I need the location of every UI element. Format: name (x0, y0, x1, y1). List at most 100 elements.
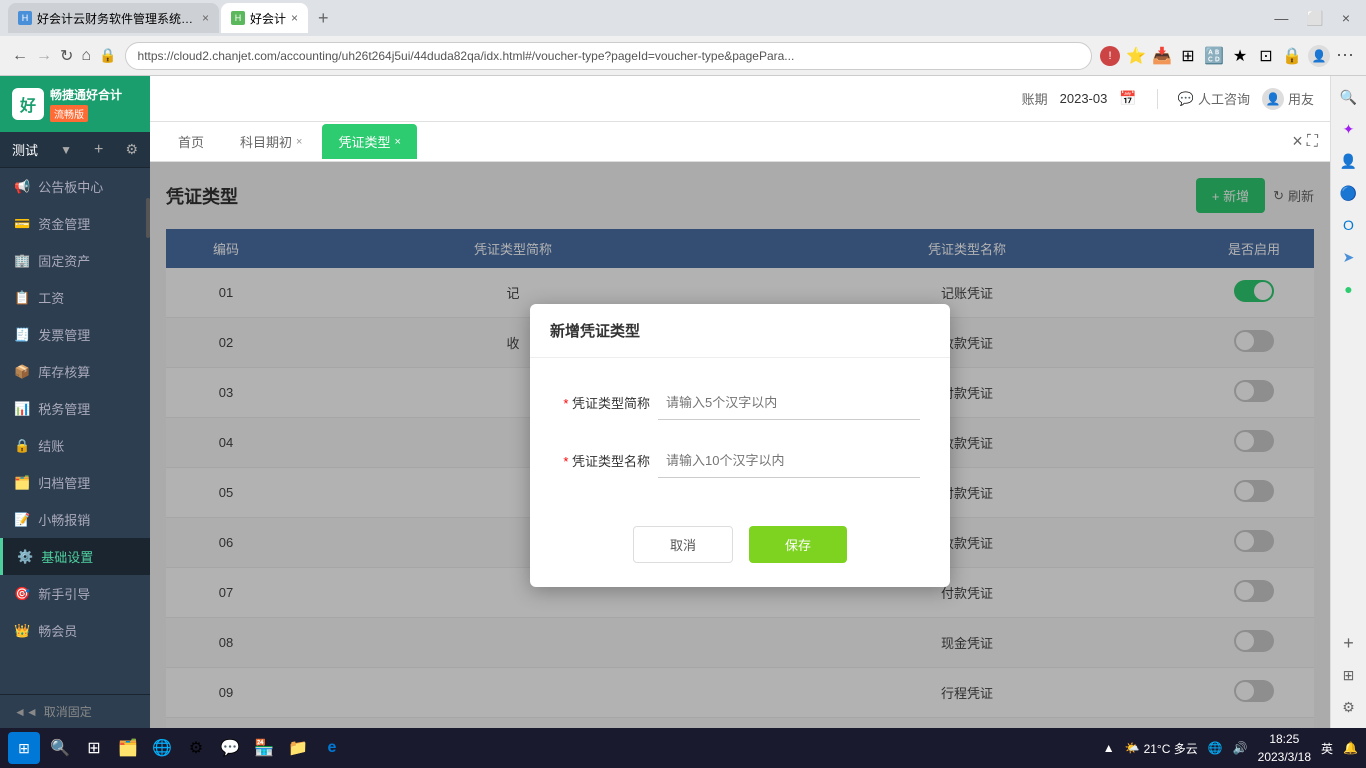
required-marker-2: * (563, 454, 568, 469)
nav-home[interactable]: ⌂ (81, 47, 91, 65)
rp-settings-icon[interactable]: ⚙ (1336, 694, 1362, 720)
rp-circle-icon[interactable]: 🔵 (1336, 180, 1362, 206)
logo-badge: 流畅版 (50, 105, 88, 122)
tab-close-1[interactable]: × (202, 11, 209, 25)
add-company-icon[interactable]: + (94, 141, 103, 159)
short-name-input[interactable] (658, 386, 920, 420)
sidebar-item-member[interactable]: 👑 畅会员 (0, 612, 150, 649)
ext-icon-8[interactable]: 🔒 (1282, 46, 1302, 66)
tab-home[interactable]: 首页 (162, 124, 220, 159)
sidebar-item-guide[interactable]: 🎯 新手引导 (0, 575, 150, 612)
windows-icon: ⊞ (18, 740, 30, 757)
ext-icon-5[interactable]: 🔠 (1204, 46, 1224, 66)
save-button[interactable]: 保存 (749, 526, 847, 563)
modal-footer: 取消 保存 (530, 518, 950, 587)
ext-icon-2[interactable]: ⭐ (1126, 46, 1146, 66)
taskbar-wechat[interactable]: 💬 (216, 734, 244, 762)
cancel-button[interactable]: 取消 (633, 526, 733, 563)
tab-subject-close[interactable]: × (296, 136, 302, 148)
tab-voucher-type[interactable]: 凭证类型 × (322, 124, 416, 159)
sidebar-bottom[interactable]: ◄◄ 取消固定 (0, 694, 150, 728)
more-button[interactable]: ⋯ (1336, 45, 1354, 66)
required-marker-1: * (563, 396, 568, 411)
short-name-label: * 凭证类型简称 (560, 393, 650, 412)
new-tab-button[interactable]: + (310, 3, 337, 33)
rp-star-icon[interactable]: ✦ (1336, 116, 1362, 142)
tab-active[interactable]: H 好会计 × (221, 3, 308, 33)
sidebar-item-report[interactable]: 📝 小畅报销 (0, 501, 150, 538)
taskbar-notification[interactable]: 🔔 (1343, 741, 1358, 755)
taskbar-files[interactable]: 🗂️ (114, 734, 142, 762)
browser-minimize[interactable]: — (1266, 6, 1296, 30)
sidebar-item-funds[interactable]: 💳 资金管理 (0, 205, 150, 242)
rp-person-icon[interactable]: 👤 (1336, 148, 1362, 174)
taskbar-time-area[interactable]: 18:25 2023/3/18 (1258, 730, 1311, 766)
nav-back[interactable]: ← (12, 47, 28, 65)
sidebar-item-fixed-assets[interactable]: 🏢 固定资产 (0, 242, 150, 279)
rp-arrow-icon[interactable]: ➤ (1336, 244, 1362, 270)
modal-title: 新增凭证类型 (550, 320, 640, 341)
rp-green-icon[interactable]: ● (1336, 276, 1362, 302)
sidebar-item-closing[interactable]: 🔒 结账 (0, 427, 150, 464)
sidebar-label-settings: 基础设置 (41, 547, 93, 566)
browser-close[interactable]: × (1334, 6, 1358, 30)
ext-icon-1[interactable]: ! (1100, 46, 1120, 66)
taskbar-apps[interactable]: ⊞ (80, 734, 108, 762)
taskbar-up-arrow[interactable]: ▲ (1103, 741, 1115, 755)
sidebar-item-archive[interactable]: 🗂️ 归档管理 (0, 464, 150, 501)
company-dropdown-icon: ▼ (60, 143, 72, 157)
taskbar-time: 18:25 (1258, 730, 1311, 748)
calendar-icon[interactable]: 📅 (1119, 90, 1136, 107)
salary-icon: 📋 (14, 290, 30, 306)
tab-close-panel-button[interactable]: × (1292, 131, 1303, 152)
taskbar-chrome[interactable]: ⚙ (182, 734, 210, 762)
browser-restore[interactable]: ⬜ (1298, 6, 1331, 31)
guide-icon: 🎯 (14, 586, 30, 602)
rp-outlook-icon[interactable]: O (1336, 212, 1362, 238)
logo-icon: 好 (12, 88, 44, 120)
rp-search-icon[interactable]: 🔍 (1336, 84, 1362, 110)
sidebar-item-invoice[interactable]: 🧾 发票管理 (0, 316, 150, 353)
nav-refresh[interactable]: ↻ (60, 46, 73, 66)
tab-subject[interactable]: 科目期初 × (224, 124, 318, 159)
ext-icon-6[interactable]: ★ (1230, 46, 1250, 66)
tab-close-2[interactable]: × (291, 11, 298, 25)
sidebar-item-inventory[interactable]: 📦 库存核算 (0, 353, 150, 390)
rp-grid-icon[interactable]: ⊞ (1336, 662, 1362, 688)
consult-icon: 💬 (1178, 91, 1194, 107)
announcement-icon: 📢 (14, 179, 30, 195)
taskbar-search[interactable]: 🔍 (46, 734, 74, 762)
sidebar: 好 畅捷通好合计 流畅版 测试 ▼ + ⚙ 📢 公告板中心 💳 资金管理 (0, 76, 150, 728)
tab-voucher-close[interactable]: × (394, 136, 400, 148)
tab-expand-button[interactable]: ⛶ (1307, 133, 1318, 151)
taskbar-folder[interactable]: 📁 (284, 734, 312, 762)
taskbar-edge2[interactable]: e (318, 734, 346, 762)
taskbar-edge[interactable]: 🌐 (148, 734, 176, 762)
content-area: 凭证类型 + 新增 ↻ 刷新 编码 凭证类型简称 凭证类型名称 是否启用 (150, 162, 1330, 728)
full-name-input[interactable] (658, 444, 920, 478)
start-button[interactable]: ⊞ (8, 732, 40, 764)
taskbar-volume-icon[interactable]: 🔊 (1233, 741, 1248, 755)
taskbar-network-icon[interactable]: 🌐 (1208, 741, 1223, 755)
sidebar-item-salary[interactable]: 📋 工资 (0, 279, 150, 316)
sidebar-item-settings[interactable]: ⚙️ 基础设置 (0, 538, 150, 575)
sidebar-item-tax[interactable]: 📊 税务管理 (0, 390, 150, 427)
consult-button[interactable]: 💬 人工咨询 (1178, 89, 1250, 108)
settings-icon[interactable]: ⚙ (125, 141, 138, 158)
ext-icon-4[interactable]: ⊞ (1178, 46, 1198, 66)
user-button[interactable]: 👤 用友 (1262, 88, 1314, 110)
rp-add-icon[interactable]: + (1336, 630, 1362, 656)
profile-icon[interactable]: 👤 (1308, 45, 1330, 67)
ext-icon-7[interactable]: ⊡ (1256, 46, 1276, 66)
consult-label: 人工咨询 (1198, 89, 1250, 108)
taskbar-language[interactable]: 英 (1321, 740, 1333, 757)
sidebar-item-announcement[interactable]: 📢 公告板中心 (0, 168, 150, 205)
nav-forward[interactable]: → (36, 47, 52, 65)
tab-inactive[interactable]: H 好会计云财务软件管理系统_会计 × (8, 3, 219, 33)
company-selector[interactable]: 测试 ▼ + ⚙ (0, 132, 150, 168)
address-input[interactable] (125, 42, 1092, 70)
tab-bar: H 好会计云财务软件管理系统_会计 × H 好会计 × + — ⬜ × (0, 0, 1366, 36)
taskbar-store[interactable]: 🏪 (250, 734, 278, 762)
unpin-icon: ◄◄ (14, 705, 38, 719)
ext-icon-3[interactable]: 📥 (1152, 46, 1172, 66)
